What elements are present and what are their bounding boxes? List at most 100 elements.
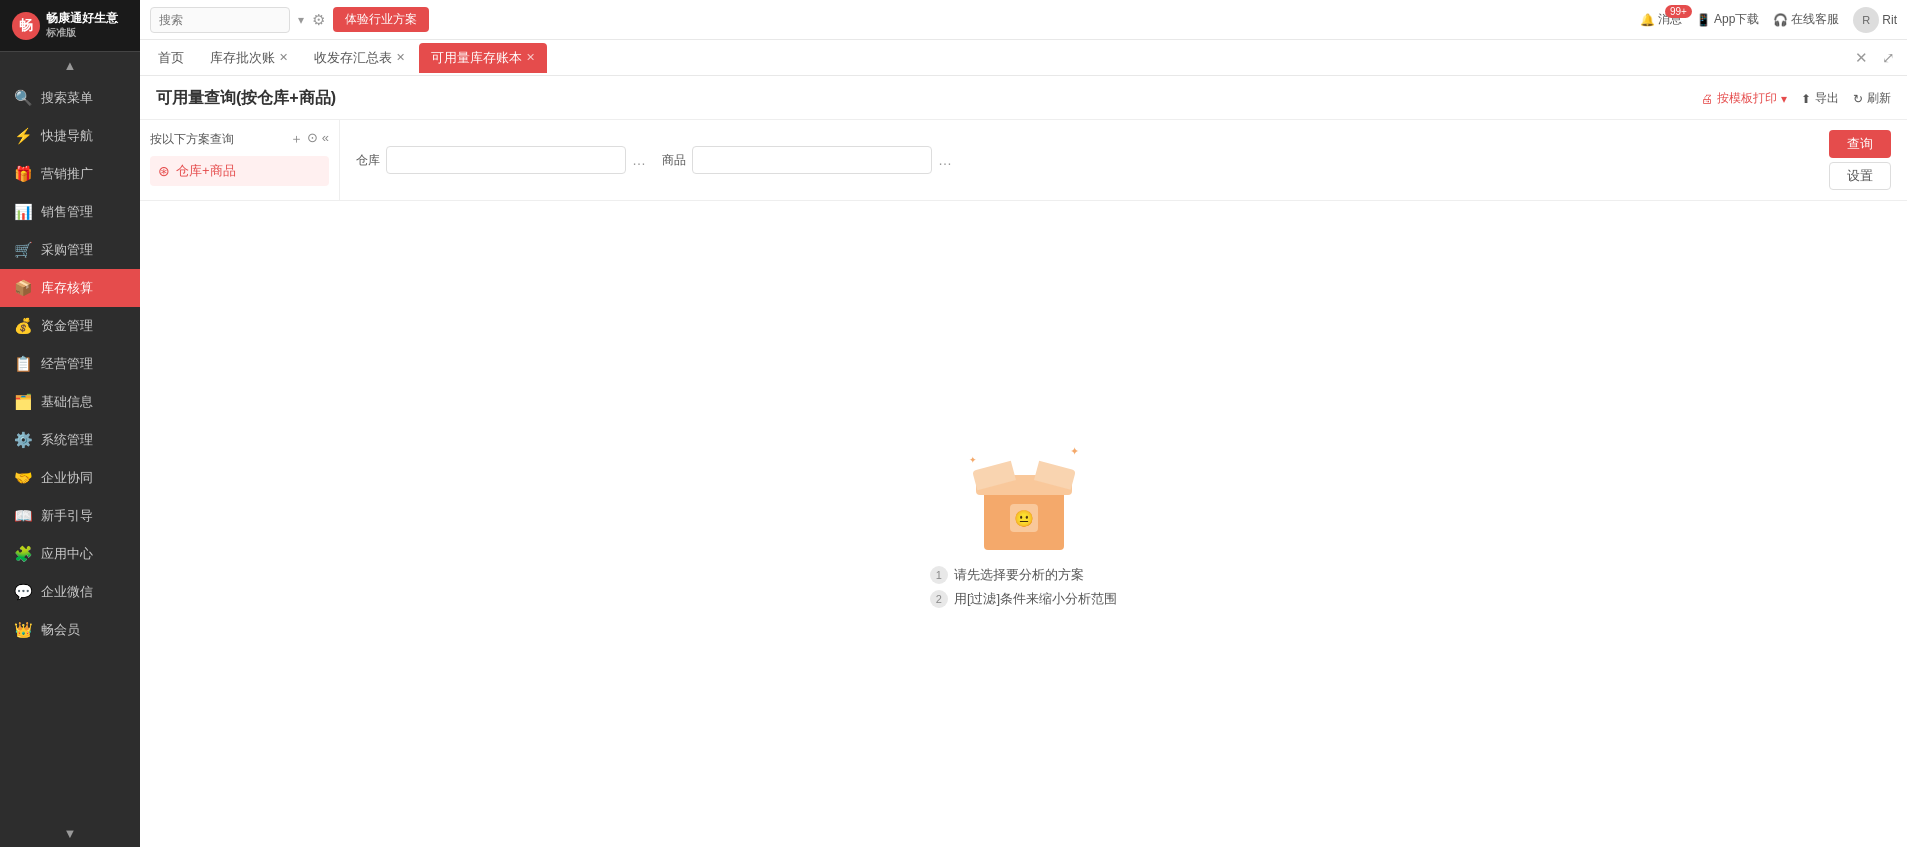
basic-icon: 🗂️	[14, 393, 33, 411]
tab-close-batch[interactable]: ✕	[279, 51, 288, 64]
print-label: 按模板打印	[1717, 90, 1777, 107]
product-more-icon[interactable]: …	[938, 152, 952, 168]
export-button[interactable]: ⬆ 导出	[1801, 90, 1839, 107]
collapse-icon[interactable]: «	[322, 130, 329, 148]
sidebar-item-enterprise[interactable]: 🤝 企业协同	[0, 459, 140, 497]
refresh-icon: ↻	[1853, 92, 1863, 106]
sales-icon: 📊	[14, 203, 33, 221]
header-actions: 🖨 按模板打印 ▾ ⬆ 导出 ↻ 刷新	[1701, 90, 1891, 107]
warehouse-input[interactable]	[386, 146, 626, 174]
print-button[interactable]: 🖨 按模板打印 ▾	[1701, 90, 1787, 107]
tabbar: 首页库存批次账✕收发存汇总表✕可用量库存账本✕ ✕ ⤢	[140, 40, 1907, 76]
hint-2-num: 2	[930, 590, 948, 608]
newbie-icon: 📖	[14, 507, 33, 525]
app-logo: 畅 畅康通好生意 标准版	[0, 0, 140, 52]
sidebar-item-operations[interactable]: 📋 经营管理	[0, 345, 140, 383]
sidebar-item-wechat[interactable]: 💬 企业微信	[0, 573, 140, 611]
sidebar-label-marketing: 营销推广	[41, 165, 93, 183]
sidebar-item-purchase[interactable]: 🛒 采购管理	[0, 231, 140, 269]
sidebar-item-newbie[interactable]: 📖 新手引导	[0, 497, 140, 535]
purchase-icon: 🛒	[14, 241, 33, 259]
tab-available[interactable]: 可用量库存账本✕	[419, 43, 547, 73]
marketing-icon: 🎁	[14, 165, 33, 183]
dropdown-icon[interactable]: ▾	[298, 13, 304, 27]
hint-1-text: 请先选择要分析的方案	[954, 566, 1084, 584]
sidebar-label-enterprise: 企业协同	[41, 469, 93, 487]
scroll-down-btn[interactable]: ▼	[0, 820, 140, 847]
sidebar-item-inventory[interactable]: 📦 库存核算	[0, 269, 140, 307]
sidebar-label-purchase: 采购管理	[41, 241, 93, 259]
service-button[interactable]: 🎧 在线客服	[1773, 11, 1839, 28]
shortcut-icon: ⚡	[14, 127, 33, 145]
expand-btn[interactable]: ⤢	[1876, 47, 1901, 69]
warehouse-more-icon[interactable]: …	[632, 152, 646, 168]
tab-label-home: 首页	[158, 49, 184, 67]
settings-button[interactable]: 设置	[1829, 162, 1891, 190]
scheme-header-label: 按以下方案查询	[150, 131, 234, 148]
filter-panel: 按以下方案查询 ＋ ⊙ « ⊛ 仓库+商品 仓库 … 商品 …	[140, 120, 1907, 201]
sidebar-label-finance: 资金管理	[41, 317, 93, 335]
scroll-up-btn[interactable]: ▲	[0, 52, 140, 79]
sidebar-item-appstore[interactable]: 🧩 应用中心	[0, 535, 140, 573]
settings-scheme-icon[interactable]: ⊙	[307, 130, 318, 148]
appstore-icon: 🧩	[14, 545, 33, 563]
page-title: 可用量查询(按仓库+商品)	[156, 88, 336, 109]
app-download-button[interactable]: 📱 App下载	[1696, 11, 1759, 28]
gear-icon[interactable]: ⚙	[312, 11, 325, 29]
empty-illustration: 😐 ✦ ✦	[964, 440, 1084, 550]
app-label: App下载	[1714, 11, 1759, 28]
product-input[interactable]	[692, 146, 932, 174]
refresh-button[interactable]: ↻ 刷新	[1853, 90, 1891, 107]
empty-state: 😐 ✦ ✦ 1 请先选择要分析的方案 2 用[过滤]条件来缩小分析范围	[140, 201, 1907, 847]
search-icon: 🔍	[14, 89, 33, 107]
sidebar-item-sales[interactable]: 📊 销售管理	[0, 193, 140, 231]
message-button[interactable]: 🔔 消息 99+	[1640, 11, 1682, 28]
enterprise-icon: 🤝	[14, 469, 33, 487]
query-button[interactable]: 查询	[1829, 130, 1891, 158]
sidebar-label-inventory: 库存核算	[41, 279, 93, 297]
user-menu[interactable]: R Rit	[1853, 7, 1897, 33]
search-input[interactable]	[150, 7, 290, 33]
scheme-item[interactable]: ⊛ 仓库+商品	[150, 156, 329, 186]
product-label: 商品	[662, 152, 686, 169]
bell-icon: 🔔	[1640, 13, 1655, 27]
sidebar-item-search[interactable]: 🔍 搜索菜单	[0, 79, 140, 117]
service-label: 在线客服	[1791, 11, 1839, 28]
printer-icon: 🖨	[1701, 92, 1713, 106]
sidebar-label-basic: 基础信息	[41, 393, 93, 411]
hint-1-num: 1	[930, 566, 948, 584]
export-icon: ⬆	[1801, 92, 1811, 106]
vip-icon: 👑	[14, 621, 33, 639]
sidebar-item-system[interactable]: ⚙️ 系统管理	[0, 421, 140, 459]
tab-summary[interactable]: 收发存汇总表✕	[302, 43, 417, 73]
sidebar-nav: 🔍 搜索菜单 ⚡ 快捷导航 🎁 营销推广 📊 销售管理 🛒 采购管理 📦 库存核…	[0, 79, 140, 820]
username: Rit	[1882, 13, 1897, 27]
tab-batch[interactable]: 库存批次账✕	[198, 43, 300, 73]
close-window-btn[interactable]: ✕	[1849, 47, 1874, 69]
logo-icon: 畅	[12, 12, 40, 40]
sidebar-label-appstore: 应用中心	[41, 545, 93, 563]
sidebar-item-finance[interactable]: 💰 资金管理	[0, 307, 140, 345]
scheme-label: 仓库+商品	[176, 162, 236, 180]
sidebar-label-sales: 销售管理	[41, 203, 93, 221]
finance-icon: 💰	[14, 317, 33, 335]
sidebar-label-operations: 经营管理	[41, 355, 93, 373]
sidebar-item-basic[interactable]: 🗂️ 基础信息	[0, 383, 140, 421]
sidebar-item-vip[interactable]: 👑 畅会员	[0, 611, 140, 649]
phone-icon: 📱	[1696, 13, 1711, 27]
print-dropdown-icon[interactable]: ▾	[1781, 92, 1787, 106]
add-scheme-icon[interactable]: ＋	[290, 130, 303, 148]
app-version: 标准版	[46, 26, 118, 40]
sidebar-item-marketing[interactable]: 🎁 营销推广	[0, 155, 140, 193]
app-name: 畅康通好生意	[46, 11, 118, 27]
tab-close-summary[interactable]: ✕	[396, 51, 405, 64]
tab-home[interactable]: 首页	[146, 43, 196, 73]
scheme-sidebar: 按以下方案查询 ＋ ⊙ « ⊛ 仓库+商品	[140, 120, 340, 200]
hint-1: 1 请先选择要分析的方案	[930, 566, 1117, 584]
tab-close-available[interactable]: ✕	[526, 51, 535, 64]
hint-2: 2 用[过滤]条件来缩小分析范围	[930, 590, 1117, 608]
trial-button[interactable]: 体验行业方案	[333, 7, 429, 32]
sidebar-item-shortcut[interactable]: ⚡ 快捷导航	[0, 117, 140, 155]
inventory-icon: 📦	[14, 279, 33, 297]
topbar: ▾ ⚙ 体验行业方案 🔔 消息 99+ 📱 App下载 🎧 在线客服 R Rit	[140, 0, 1907, 40]
